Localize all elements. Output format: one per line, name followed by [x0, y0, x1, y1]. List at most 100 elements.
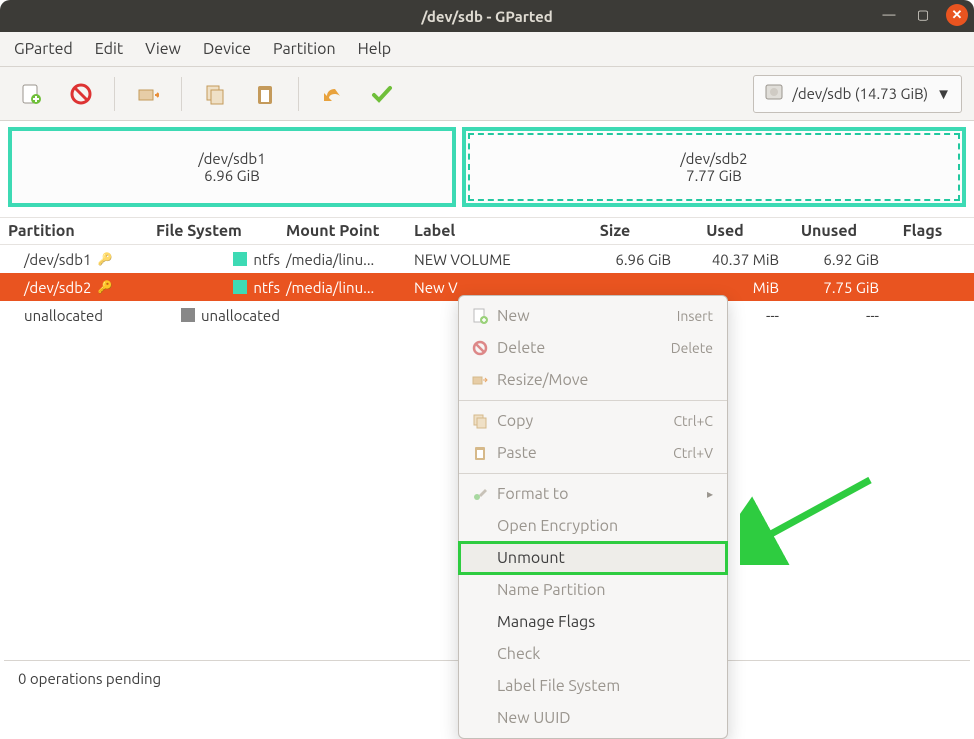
submenu-arrow-icon: ▸ — [707, 487, 713, 501]
menu-item-label: Resize/Move — [497, 371, 588, 389]
cell-partition: /dev/sdb1🔑 — [8, 251, 156, 268]
partition-graphic-box[interactable]: /dev/sdb27.77 GiB — [462, 127, 966, 207]
cell-label: New V — [414, 279, 559, 296]
menu-item-name-partition: Name Partition — [459, 574, 727, 606]
menu-item-delete: DeleteDelete — [459, 332, 727, 364]
menu-separator — [459, 400, 727, 401]
menu-item-check: Check — [459, 638, 727, 670]
paste-icon — [469, 445, 491, 461]
fs-swatch — [181, 308, 195, 322]
menubar: GParted Edit View Device Partition Help — [0, 32, 974, 67]
col-unused[interactable]: Unused — [779, 222, 879, 240]
menu-edit[interactable]: Edit — [95, 40, 123, 58]
fs-swatch — [233, 280, 247, 294]
delete-icon[interactable] — [62, 75, 100, 113]
cell-size: 6.96 GiB — [559, 251, 671, 268]
col-mount[interactable]: Mount Point — [286, 222, 414, 240]
toolbar-separator — [114, 77, 115, 111]
copy-icon[interactable] — [196, 75, 234, 113]
col-used[interactable]: Used — [671, 222, 779, 240]
menu-item-format-to: Format to ▸ — [459, 478, 727, 510]
hard-disk-icon — [764, 82, 784, 105]
window-title: /dev/sdb - GParted — [0, 8, 974, 25]
menu-item-label: New UUID — [497, 709, 571, 727]
key-icon: 🔑 — [97, 280, 112, 294]
cell-mount: /media/linu... — [286, 251, 414, 268]
window-buttons: — ▢ ✕ — [878, 4, 968, 26]
menu-shortcut: Ctrl+V — [673, 445, 713, 461]
fs-swatch — [233, 252, 247, 266]
menu-partition[interactable]: Partition — [273, 40, 336, 58]
partition-graphic-box[interactable]: /dev/sdb16.96 GiB — [8, 127, 456, 207]
menu-item-manage-flags[interactable]: Manage Flags — [459, 606, 727, 638]
menu-item-resize-move: Resize/Move — [459, 364, 727, 396]
menu-item-label: Format to — [497, 485, 568, 503]
cell-partition: unallocated — [8, 307, 156, 324]
partition-graphic: /dev/sdb16.96 GiB/dev/sdb27.77 GiB — [0, 121, 974, 217]
resize-icon[interactable] — [129, 75, 167, 113]
partition-graphic-size: 7.77 GiB — [686, 167, 742, 184]
menu-item-label: Check — [497, 645, 540, 663]
cell-fs: unallocated — [156, 307, 286, 324]
col-fs[interactable]: File System — [156, 222, 286, 240]
menu-item-new: NewInsert — [459, 300, 727, 332]
maximize-button[interactable]: ▢ — [912, 4, 934, 26]
cell-label: NEW VOLUME — [414, 251, 559, 268]
col-label[interactable]: Label — [414, 222, 559, 240]
new-doc-icon — [469, 308, 491, 324]
apply-icon[interactable] — [363, 75, 401, 113]
cell-used: MiB — [671, 279, 779, 296]
menu-item-label: New — [497, 307, 530, 325]
window-titlebar: /dev/sdb - GParted — ▢ ✕ — [0, 0, 974, 32]
cell-unused: 6.92 GiB — [779, 251, 879, 268]
partition-graphic-name: /dev/sdb1 — [198, 150, 265, 167]
menu-device[interactable]: Device — [203, 40, 251, 58]
menu-shortcut: Ctrl+C — [673, 413, 713, 429]
cell-unused: --- — [779, 307, 879, 324]
col-flags[interactable]: Flags — [879, 222, 966, 240]
partition-graphic-size: 6.96 GiB — [204, 167, 260, 184]
table-row[interactable]: /dev/sdb1🔑ntfs/media/linu...NEW VOLUME6.… — [0, 245, 974, 273]
col-size[interactable]: Size — [559, 222, 671, 240]
resize-icon — [469, 372, 491, 388]
device-label: /dev/sdb (14.73 GiB) — [792, 85, 928, 102]
new-icon[interactable] — [12, 75, 50, 113]
menu-view[interactable]: View — [145, 40, 181, 58]
menu-item-label: Copy — [497, 412, 533, 430]
close-button[interactable]: ✕ — [946, 4, 968, 26]
menu-item-unmount[interactable]: Unmount — [459, 542, 727, 574]
chevron-down-icon: ▼ — [936, 85, 951, 103]
cell-unused: 7.75 GiB — [779, 279, 879, 296]
paste-icon[interactable] — [246, 75, 284, 113]
cell-partition: /dev/sdb2🔑 — [8, 279, 156, 296]
copy-icon — [469, 413, 491, 429]
status-text: 0 operations pending — [18, 670, 161, 687]
toolbar-separator — [298, 77, 299, 111]
menu-item-label: Manage Flags — [497, 613, 595, 631]
menu-item-label: Name Partition — [497, 581, 606, 599]
menu-item-label: Paste — [497, 444, 537, 462]
format-icon — [469, 486, 491, 502]
no-entry-icon — [469, 340, 491, 356]
menu-item-label-file-system: Label File System — [459, 670, 727, 702]
partition-context-menu: NewInsertDeleteDelete Resize/Move Copy Ctrl… — [458, 295, 728, 739]
table-header: Partition File System Mount Point Label … — [0, 217, 974, 245]
key-icon: 🔑 — [97, 252, 112, 266]
menu-item-paste: Paste Ctrl+V — [459, 437, 727, 469]
toolbar: /dev/sdb (14.73 GiB) ▼ — [0, 67, 974, 121]
col-partition[interactable]: Partition — [8, 222, 156, 240]
device-selector[interactable]: /dev/sdb (14.73 GiB) ▼ — [753, 75, 962, 113]
menu-item-open-encryption: Open Encryption — [459, 510, 727, 542]
menu-gparted[interactable]: GParted — [14, 40, 73, 58]
menu-item-label: Unmount — [497, 549, 565, 567]
cell-mount: /media/linu... — [286, 279, 414, 296]
menu-help[interactable]: Help — [358, 40, 392, 58]
partition-graphic-name: /dev/sdb2 — [680, 150, 747, 167]
menu-item-new-uuid: New UUID — [459, 702, 727, 734]
menu-item-label: Label File System — [497, 677, 620, 695]
menu-item-label: Delete — [497, 339, 545, 357]
cell-fs: ntfs — [156, 251, 286, 268]
undo-icon[interactable] — [313, 75, 351, 113]
minimize-button[interactable]: — — [878, 4, 900, 26]
menu-separator — [459, 473, 727, 474]
